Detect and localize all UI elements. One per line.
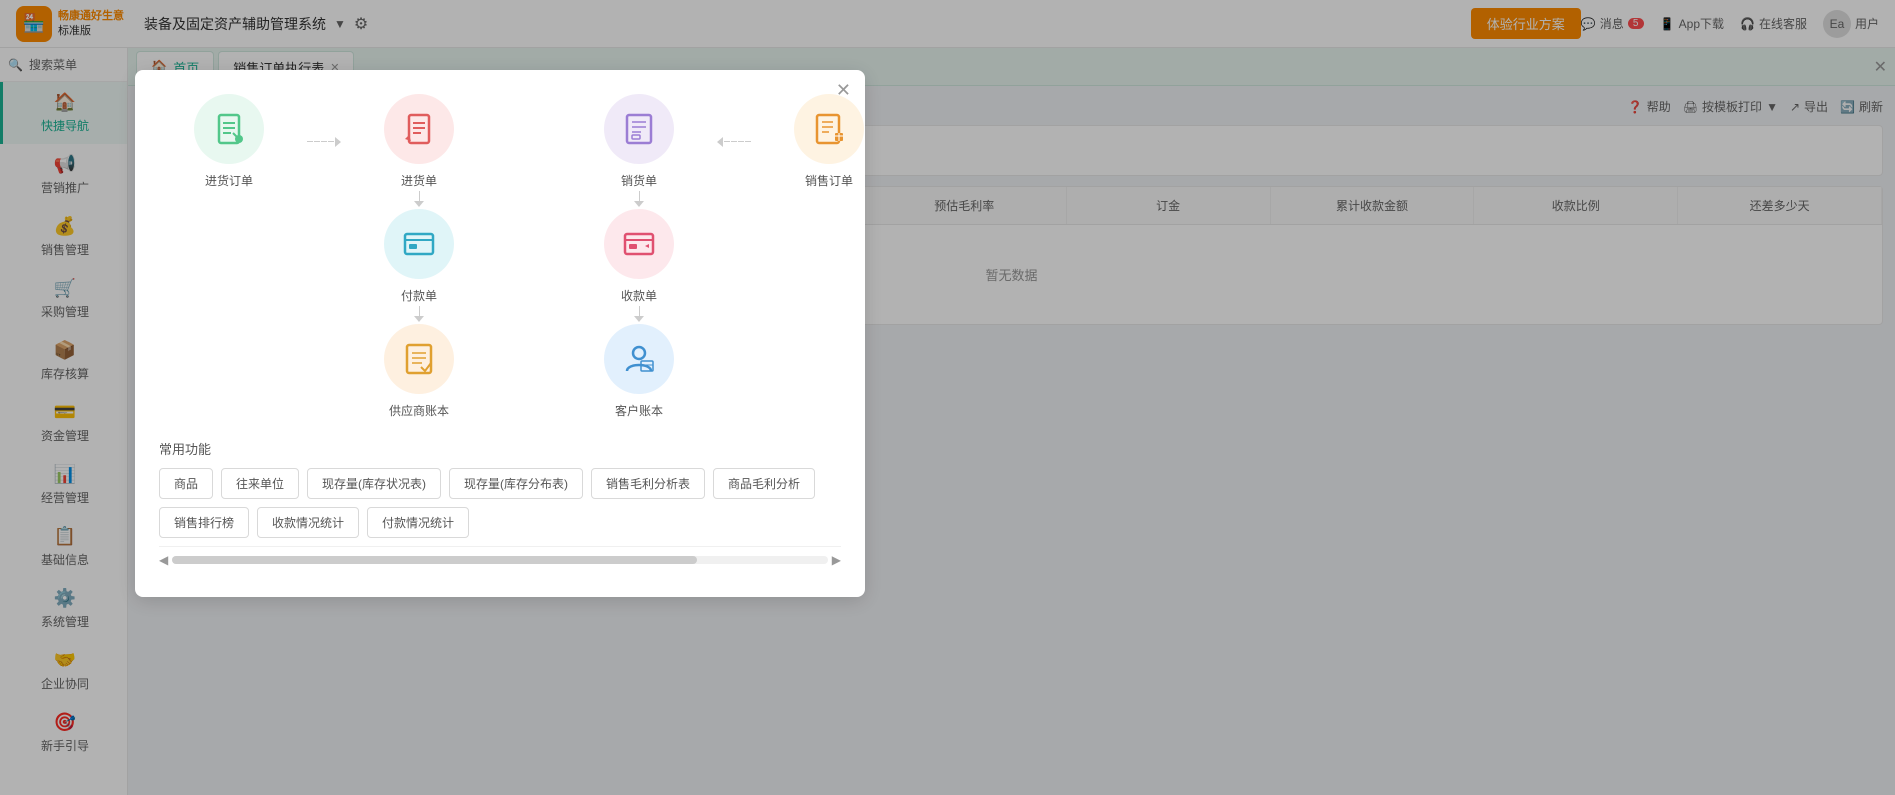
arrow-sales-order-to-bill (717, 137, 751, 147)
scroll-thumb[interactable] (172, 556, 696, 564)
flow-item-supplier-account: 供应商账本 (384, 324, 454, 419)
flow-label-purchase-bill: 进货单 (401, 172, 437, 189)
arrow-down-purchase-bill (414, 189, 424, 209)
flow-circle-purchase-order (194, 94, 264, 164)
cf-btn-receipt-stats[interactable]: 收款情况统计 (257, 507, 359, 538)
flow-label-purchase-order: 进货订单 (205, 172, 253, 189)
cf-btn-partner[interactable]: 往来单位 (221, 468, 299, 499)
flow-item-receipt: 收款单 (604, 209, 674, 304)
common-functions: 常用功能 商品 往来单位 现存量(库存状况表) 现存量(库存分布表) 销售毛利分… (159, 439, 841, 538)
flow-label-customer-account: 客户账本 (615, 402, 663, 419)
flow-item-sales-bill: 销货单 (604, 94, 674, 189)
arrow-down-receipt (634, 304, 644, 324)
modal-close-btn[interactable]: ✕ (836, 80, 851, 101)
flow-item-purchase-order: 进货订单 (194, 94, 264, 189)
cf-btn-payment-stats[interactable]: 付款情况统计 (367, 507, 469, 538)
arrow-purchase-to-bill (307, 137, 341, 147)
arrow-down-payment (414, 304, 424, 324)
flow-circle-customer-account (604, 324, 674, 394)
common-functions-row1: 商品 往来单位 现存量(库存状况表) 现存量(库存分布表) 销售毛利分析表 商品… (159, 468, 841, 499)
cf-btn-sales-rank[interactable]: 销售排行榜 (159, 507, 249, 538)
cf-btn-stock-dist[interactable]: 现存量(库存分布表) (449, 468, 583, 499)
flow-modal-overlay[interactable]: ✕ 进货订单 进货单 (0, 0, 1895, 795)
scroll-bar-area: ◀ ▶ (159, 546, 841, 573)
flow-label-sales-bill: 销货单 (621, 172, 657, 189)
scroll-left-btn[interactable]: ◀ (159, 553, 168, 567)
flow-circle-supplier-account (384, 324, 454, 394)
flow-item-purchase-bill: 进货单 (384, 94, 454, 189)
cf-btn-product-margin[interactable]: 商品毛利分析 (713, 468, 815, 499)
flow-circle-purchase-bill (384, 94, 454, 164)
flow-circle-sales-order (794, 94, 864, 164)
flow-label-receipt: 收款单 (621, 287, 657, 304)
flow-item-sales-order: 销售订单 (794, 94, 864, 189)
flow-circle-sales-bill (604, 94, 674, 164)
cf-btn-sales-margin[interactable]: 销售毛利分析表 (591, 468, 705, 499)
cf-btn-stock-status[interactable]: 现存量(库存状况表) (307, 468, 441, 499)
flow-item-payment: 付款单 (384, 209, 454, 304)
scroll-track[interactable] (172, 556, 828, 564)
common-functions-title: 常用功能 (159, 439, 841, 458)
flow-label-payment: 付款单 (401, 287, 437, 304)
scroll-right-btn[interactable]: ▶ (832, 553, 841, 567)
flow-circle-receipt (604, 209, 674, 279)
cf-btn-product[interactable]: 商品 (159, 468, 213, 499)
flow-item-customer-account: 客户账本 (604, 324, 674, 419)
arrow-down-sales-bill (634, 189, 644, 209)
common-functions-row2: 销售排行榜 收款情况统计 付款情况统计 (159, 507, 841, 538)
flow-circle-payment (384, 209, 454, 279)
flow-label-supplier-account: 供应商账本 (389, 402, 449, 419)
flow-modal: ✕ 进货订单 进货单 (135, 70, 865, 597)
flow-label-sales-order: 销售订单 (805, 172, 853, 189)
flow-diagram: 进货订单 进货单 销货单 (159, 94, 841, 419)
